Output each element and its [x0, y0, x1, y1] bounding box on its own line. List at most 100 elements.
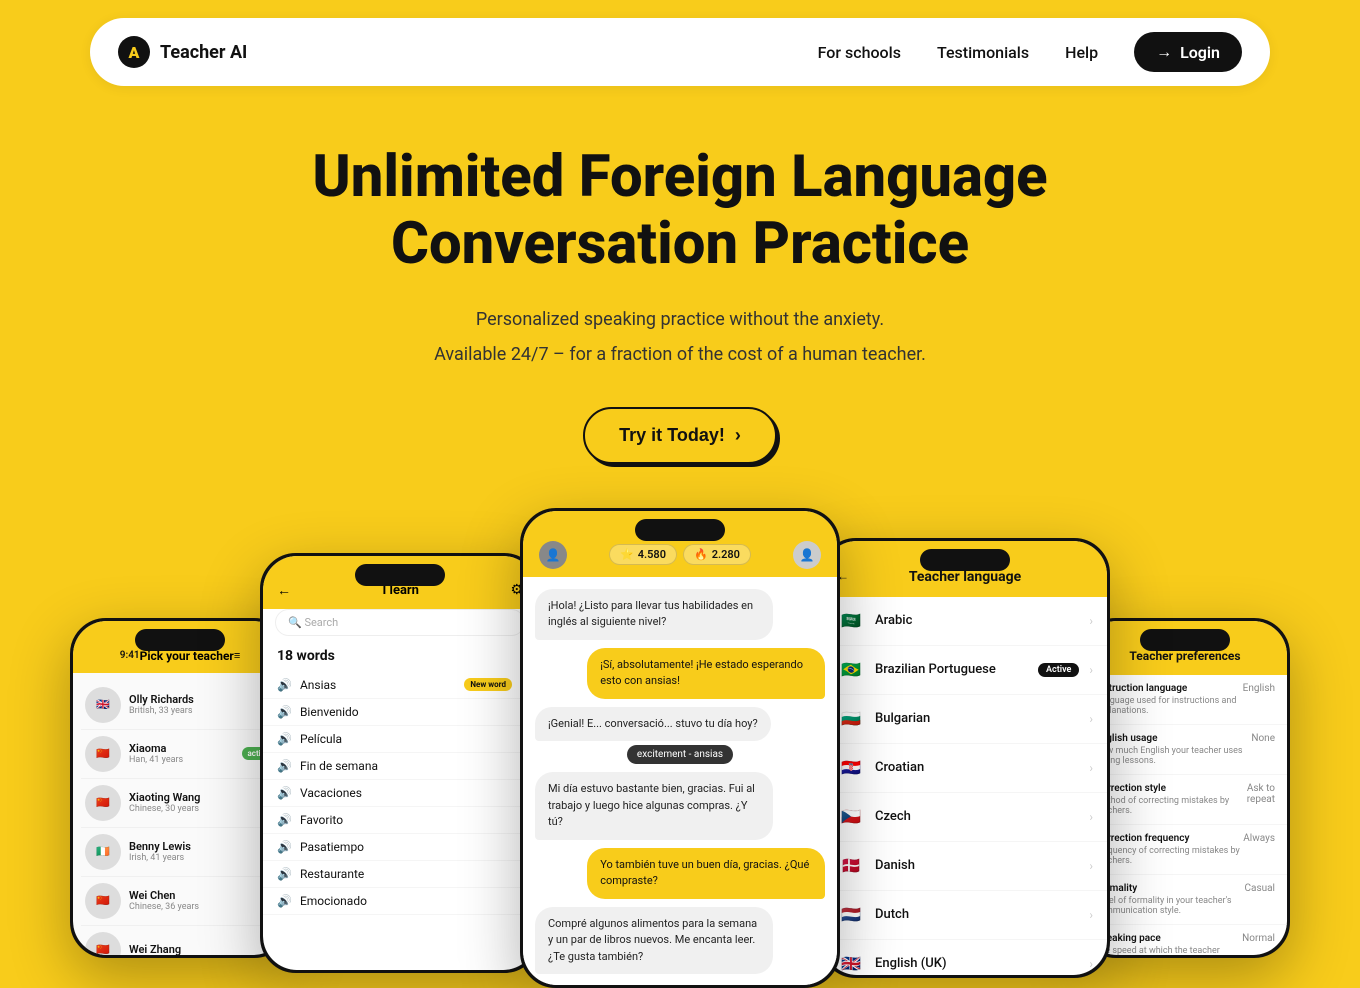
- pref-label: Correction style: [1095, 783, 1229, 794]
- nav-for-schools[interactable]: For schools: [818, 43, 901, 62]
- language-flag: 🇸🇦: [837, 607, 865, 635]
- word-text: Pasatiempo: [300, 840, 512, 854]
- pref-value: None: [1251, 733, 1275, 744]
- speaker-icon: 🔊: [277, 705, 292, 719]
- language-row: 🇸🇦 Arabic ›: [823, 597, 1107, 646]
- speaker-icon: 🔊: [277, 894, 292, 908]
- speaker-icon: 🔊: [277, 732, 292, 746]
- cta-button[interactable]: Try it Today! ›: [583, 407, 777, 464]
- phone-notch: [135, 629, 225, 651]
- phones-showcase: 9:41 Pick your teacher ≡ 🇬🇧 Olly Richard…: [0, 508, 1360, 988]
- teacher-avatar: 🇨🇳: [85, 736, 121, 772]
- p3-scores: ⭐ 4.580 🔥 2.280: [609, 544, 751, 565]
- teacher-avatar: 🇮🇪: [85, 834, 121, 870]
- word-text: Ansias: [300, 678, 456, 692]
- chevron-right-icon: ›: [1089, 614, 1093, 628]
- phone-notch: [635, 519, 725, 541]
- nav-help[interactable]: Help: [1065, 43, 1098, 62]
- chevron-right-icon: ›: [1089, 859, 1093, 873]
- pref-value: Ask to repeat: [1229, 783, 1275, 805]
- word-text: Emocionado: [300, 894, 512, 908]
- word-text: Fin de semana: [300, 759, 512, 773]
- word-text: Vacaciones: [300, 786, 512, 800]
- chat-bubble: ¡Hola! ¿Listo para llevar tus habilidade…: [535, 589, 773, 640]
- speaker-icon: 🔊: [277, 678, 292, 692]
- logo-icon: A: [118, 36, 150, 68]
- p4-language-list: 🇸🇦 Arabic › 🇧🇷 Brazilian Portuguese Acti…: [823, 597, 1107, 975]
- p2-words-count: 18 words: [263, 644, 537, 672]
- pref-value: Normal: [1242, 933, 1275, 944]
- teacher-sub: Irish, 41 years: [129, 853, 275, 863]
- language-row: 🇧🇷 Brazilian Portuguese Active ›: [823, 646, 1107, 695]
- pref-value: Always: [1243, 833, 1275, 844]
- language-row: 🇩🇰 Danish ›: [823, 842, 1107, 891]
- chevron-right-icon: ›: [1089, 663, 1093, 677]
- pref-desc: The speed at which the teacher speaks.: [1095, 946, 1242, 955]
- pref-label: Formality: [1095, 883, 1245, 894]
- nav-testimonials[interactable]: Testimonials: [937, 43, 1029, 62]
- pref-desc: Level of formality in your teacher's com…: [1095, 896, 1245, 916]
- hero-heading: Unlimited Foreign Language Conversation …: [305, 144, 1055, 277]
- pref-label: Speaking pace: [1095, 933, 1242, 944]
- language-row: 🇭🇷 Croatian ›: [823, 744, 1107, 793]
- chat-bubble: excitement - ansias: [627, 745, 733, 764]
- teacher-info: Xiaoma Han, 41 years: [129, 742, 234, 765]
- chat-bubble: Mi día estuvo bastante bien, gracias. Fu…: [535, 772, 773, 840]
- preference-row: Instruction language Language used for i…: [1083, 675, 1287, 725]
- chat-bubble: Yo también tuve un buen día, gracias. ¿Q…: [587, 848, 825, 899]
- chevron-right-icon: ›: [1089, 761, 1093, 775]
- language-name: Arabic: [875, 613, 1079, 628]
- language-flag: 🇧🇬: [837, 705, 865, 733]
- word-row: 🔊 Emocionado ›: [263, 888, 537, 915]
- teacher-row: 🇨🇳 Xiaoting Wang Chinese, 30 years: [81, 779, 279, 828]
- teacher-info: Xiaoting Wang Chinese, 30 years: [129, 791, 275, 814]
- pref-value: Casual: [1245, 883, 1276, 894]
- hero-subtext-2: Available 24/7 – for a fraction of the c…: [20, 340, 1340, 371]
- teacher-name: Wei Zhang: [129, 943, 275, 955]
- teacher-name: Benny Lewis: [129, 840, 275, 853]
- chevron-right-icon: ›: [1089, 957, 1093, 971]
- logo[interactable]: A Teacher AI: [118, 36, 247, 68]
- chevron-right-icon: ›: [1089, 908, 1093, 922]
- p3-score1: ⭐ 4.580: [609, 544, 677, 565]
- phone-preferences: Teacher preferences Instruction language…: [1080, 618, 1290, 958]
- preference-row: Correction frequency Frequency of correc…: [1083, 825, 1287, 875]
- language-flag: 🇧🇷: [837, 656, 865, 684]
- hero-section: Unlimited Foreign Language Conversation …: [0, 104, 1360, 464]
- p1-title: Pick your teacher: [140, 649, 234, 663]
- teacher-name: Xiaoma: [129, 742, 234, 755]
- word-text: Película: [300, 732, 512, 746]
- word-text: Restaurante: [300, 867, 512, 881]
- language-name: Czech: [875, 809, 1079, 824]
- phone-notch: [355, 564, 445, 586]
- word-text: Favorito: [300, 813, 512, 827]
- language-name: Bulgarian: [875, 711, 1079, 726]
- p2-search[interactable]: 🔍 Search: [275, 609, 525, 636]
- language-flag: 🇭🇷: [837, 754, 865, 782]
- word-row: 🔊 Película ›: [263, 726, 537, 753]
- pref-label: English usage: [1095, 733, 1251, 744]
- phone-screen: 9:41 Pick your teacher ≡ 🇬🇧 Olly Richard…: [73, 621, 287, 955]
- word-text: Bienvenido: [300, 705, 512, 719]
- phone-teacher-picker: 9:41 Pick your teacher ≡ 🇬🇧 Olly Richard…: [70, 618, 290, 958]
- pref-desc: Frequency of correcting mistakes by teac…: [1095, 846, 1243, 866]
- teacher-row: 🇨🇳 Wei Chen Chinese, 36 years: [81, 877, 279, 926]
- teacher-info: Wei Zhang: [129, 943, 275, 955]
- phone-language-list: ← Teacher language 🇸🇦 Arabic › 🇧🇷 Brazil…: [820, 538, 1110, 978]
- login-button[interactable]: → Login: [1134, 32, 1242, 72]
- chevron-right-icon: ›: [1089, 712, 1093, 726]
- hero-subtext-1: Personalized speaking practice without t…: [20, 305, 1340, 336]
- language-name: English (UK): [875, 956, 1079, 971]
- chat-bubble: ¡Genial! E... conversació... stuvo tu dí…: [535, 707, 771, 742]
- phone-notch: [1140, 629, 1230, 651]
- teacher-row: 🇨🇳 Xiaoma Han, 41 years active: [81, 730, 279, 779]
- speaker-icon: 🔊: [277, 867, 292, 881]
- word-row: 🔊 Favorito ›: [263, 807, 537, 834]
- word-row: 🔊 Fin de semana ›: [263, 753, 537, 780]
- teacher-name: Olly Richards: [129, 693, 275, 706]
- phone-chat: 👤 ⭐ 4.580 🔥 2.280 👤 ¡Hola! ¿Listo para l…: [520, 508, 840, 988]
- teacher-info: Olly Richards British, 33 years: [129, 693, 275, 716]
- logo-text: Teacher AI: [160, 42, 247, 63]
- pref-label: Correction frequency: [1095, 833, 1243, 844]
- language-name: Croatian: [875, 760, 1079, 775]
